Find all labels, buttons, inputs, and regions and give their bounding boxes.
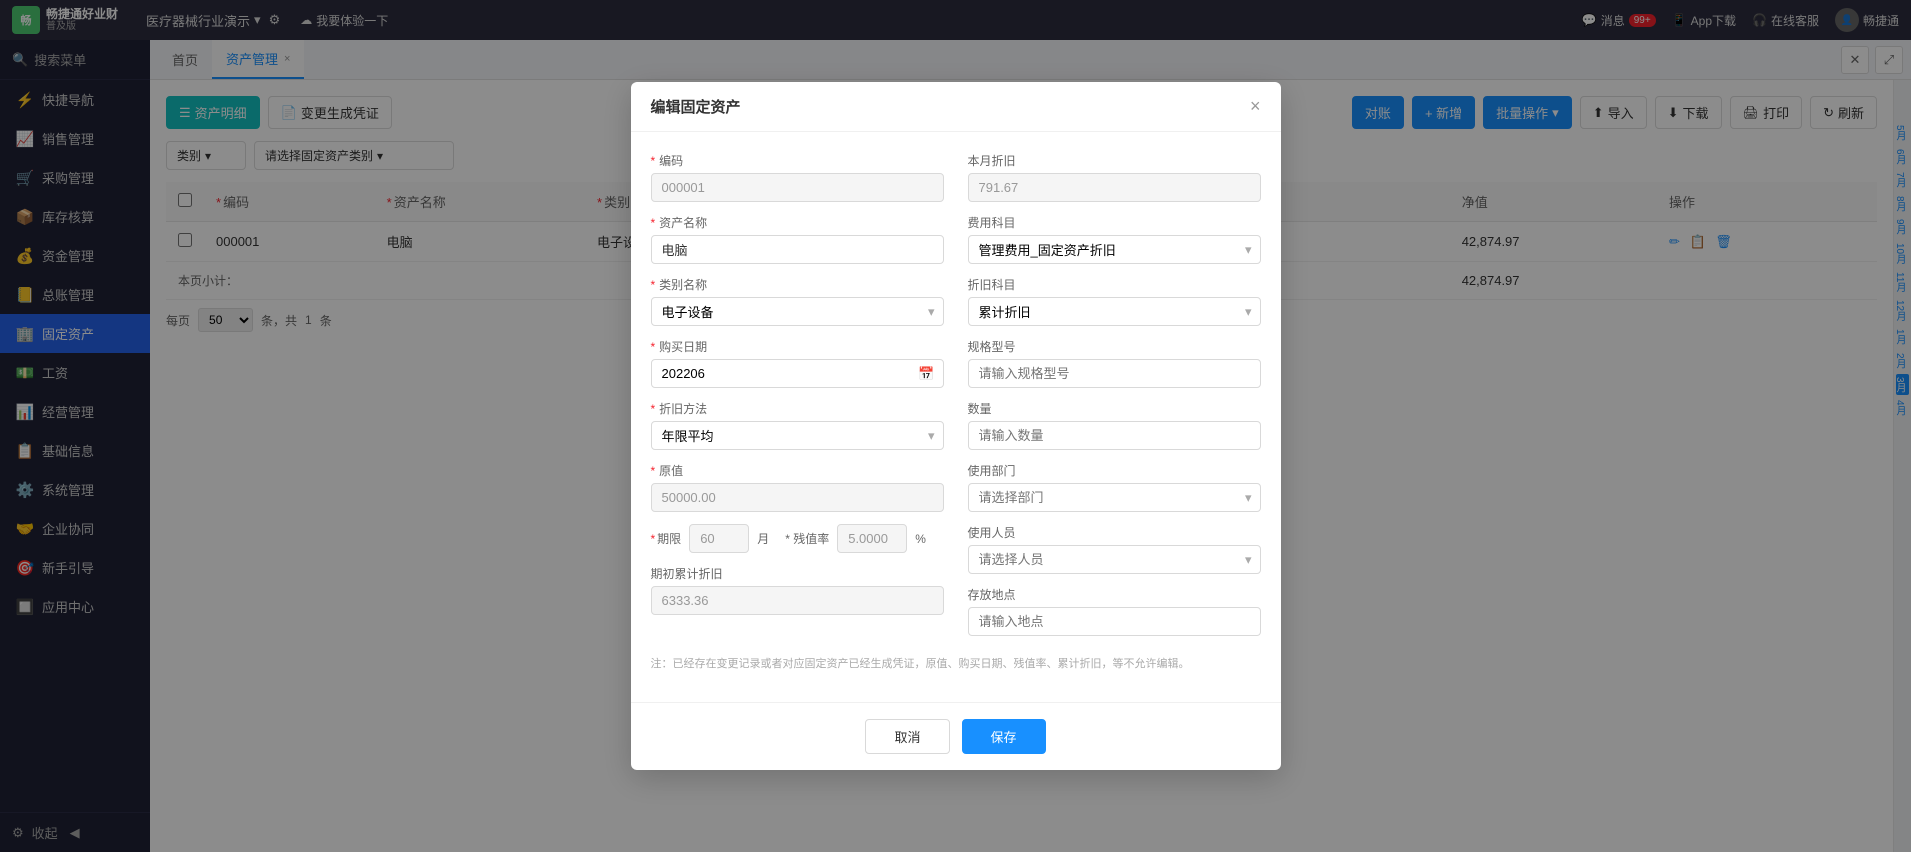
expense-account-input[interactable] <box>969 236 1237 263</box>
code-input[interactable] <box>651 173 944 202</box>
monthly-depreciation-input[interactable] <box>968 173 1261 202</box>
period-input[interactable] <box>689 524 749 553</box>
department-chevron-icon: ▾ <box>1237 490 1260 506</box>
location-input[interactable] <box>968 607 1261 636</box>
modal-footer: 取消 保存 <box>631 702 1281 770</box>
category-select[interactable]: ▾ <box>651 297 944 326</box>
user-chevron-icon: ▾ <box>1237 552 1260 568</box>
modal-body: *编码 *资产名称 *类别名称 ▾ <box>631 132 1281 702</box>
original-value-input[interactable] <box>651 483 944 512</box>
period-row: *期限 月 * 残值率 % <box>651 524 944 553</box>
spec-model-input[interactable] <box>968 359 1261 388</box>
depreciation-account-select[interactable]: ▾ <box>968 297 1261 326</box>
modal-overlay: 编辑固定资产 × *编码 *资产名称 *类别名称 <box>0 0 1911 852</box>
modal-close-btn[interactable]: × <box>1250 96 1261 117</box>
purchase-date-input[interactable] <box>652 360 911 387</box>
expense-chevron-icon: ▾ <box>1237 242 1260 258</box>
modal-title: 编辑固定资产 <box>651 96 741 117</box>
modal-header: 编辑固定资产 × <box>631 82 1281 132</box>
user-input[interactable] <box>969 546 1237 573</box>
depreciation-account-input[interactable] <box>969 298 1237 325</box>
depreciation-method-input[interactable] <box>652 422 920 449</box>
calendar-icon[interactable]: 📅 <box>910 366 942 382</box>
department-select[interactable]: ▾ <box>968 483 1261 512</box>
initial-depreciation-input[interactable] <box>651 586 944 615</box>
quantity-input[interactable] <box>968 421 1261 450</box>
depreciation-method-select[interactable]: ▾ <box>651 421 944 450</box>
cancel-button[interactable]: 取消 <box>865 719 949 754</box>
department-input[interactable] <box>969 484 1237 511</box>
modal-note: 注：已经存在变更记录或者对应固定资产已经生成凭证，原值、购买日期、残值率、累计折… <box>651 648 1261 682</box>
asset-name-input[interactable] <box>651 235 944 264</box>
expense-account-select[interactable]: ▾ <box>968 235 1261 264</box>
purchase-date-wrap: 📅 <box>651 359 944 388</box>
edit-asset-modal: 编辑固定资产 × *编码 *资产名称 *类别名称 <box>631 82 1281 770</box>
user-select[interactable]: ▾ <box>968 545 1261 574</box>
category-select-input[interactable] <box>652 298 920 325</box>
category-chevron-icon: ▾ <box>920 304 943 320</box>
method-chevron-icon: ▾ <box>920 428 943 444</box>
depreciation-chevron-icon: ▾ <box>1237 304 1260 320</box>
save-button[interactable]: 保存 <box>962 719 1046 754</box>
residual-rate-input[interactable] <box>837 524 907 553</box>
